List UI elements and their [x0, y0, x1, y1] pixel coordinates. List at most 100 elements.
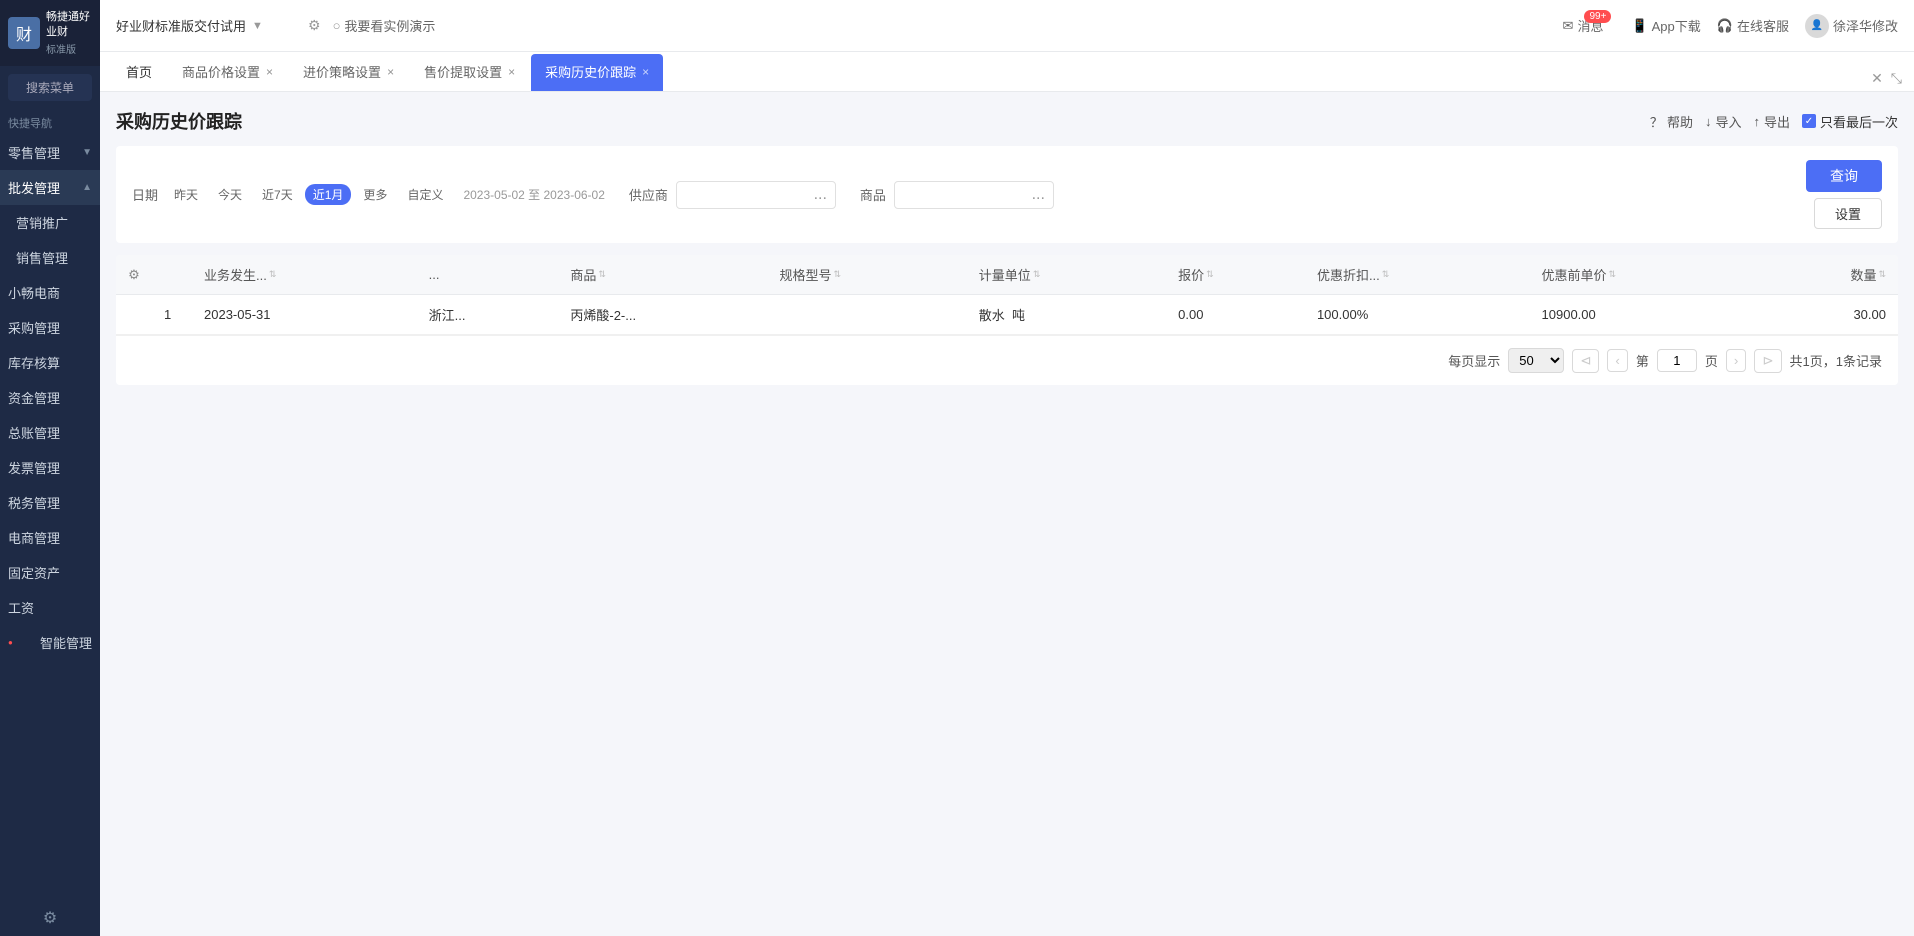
sidebar-item-ecommerce-small[interactable]: 小畅电商 — [0, 275, 100, 310]
logo-text: 畅捷通好业财 标准版 — [46, 10, 92, 56]
sort-icon-biz-date: ⇅ — [269, 269, 277, 280]
page-content: 采购历史价跟踪 ？ 帮助 ↓ 导入 ↑ 导出 — [100, 92, 1914, 936]
export-button[interactable]: ↑ 导出 — [1753, 112, 1790, 131]
sort-icon-product: ⇅ — [598, 269, 606, 280]
app-download-button[interactable]: 📱 App下载 — [1631, 16, 1700, 35]
sidebar-item-marketing[interactable]: 营销推广 — [0, 205, 100, 240]
sidebar-item-inventory[interactable]: 库存核算 — [0, 345, 100, 380]
only-last-checkbox[interactable]: ✓ 只看最后一次 — [1802, 112, 1898, 131]
tab-purchase-history-close-icon[interactable]: × — [642, 65, 649, 79]
tab-sell-price[interactable]: 售价提取设置 × — [410, 54, 529, 91]
gear-icon[interactable]: ⚙ — [128, 267, 140, 282]
sidebar-item-purchase[interactable]: 采购管理 — [0, 310, 100, 345]
sidebar-item-smart[interactable]: 智能管理 — [0, 625, 100, 660]
tab-purchase-history-label: 采购历史价跟踪 — [545, 62, 636, 81]
export-label: 导出 — [1764, 112, 1790, 131]
prev-page-button[interactable]: ‹ — [1607, 349, 1627, 372]
data-table: ⚙ 业务发生... ⇅ ... — [116, 255, 1898, 335]
date-btn-custom[interactable]: 自定义 — [399, 184, 451, 205]
sidebar-item-ecommerce[interactable]: 电商管理 — [0, 520, 100, 555]
tab-home[interactable]: 首页 — [112, 54, 166, 91]
sidebar-item-salary[interactable]: 工资 — [0, 590, 100, 625]
tab-strategy-close-icon[interactable]: × — [387, 65, 394, 79]
sidebar-item-retail[interactable]: 零售管理 ▼ — [0, 135, 100, 170]
demo-button[interactable]: ○ 我要看实例演示 — [333, 16, 436, 35]
next-page-button[interactable]: › — [1726, 349, 1746, 372]
tab-price-close-icon[interactable]: × — [266, 65, 273, 79]
column-header-biz-date[interactable]: 业务发生... ⇅ — [192, 255, 417, 295]
first-page-button[interactable]: ⊲ — [1572, 349, 1599, 373]
message-button[interactable]: ✉ 消息 99+ — [1563, 16, 1604, 35]
import-icon: ↓ — [1705, 114, 1712, 129]
supplier-input[interactable]: ... — [676, 181, 836, 209]
product-dots[interactable]: ... — [1032, 186, 1045, 204]
topbar: 好业财标准版交付试用 ▼ ⚙ ○ 我要看实例演示 ✉ 消息 99+ 📱 App下… — [100, 0, 1914, 52]
expand-icon[interactable]: ⤡ — [1891, 70, 1902, 87]
product-settings-icon[interactable]: ⚙ — [308, 17, 321, 34]
column-header-spec[interactable]: 规格型号 ⇅ — [767, 255, 966, 295]
sort-icon-spec: ⇅ — [833, 269, 841, 280]
product-chevron-icon: ▼ — [252, 20, 263, 32]
pagination: 每页显示 50 20 100 ⊲ ‹ 第 页 › ⊳ 共1页，1条记录 — [116, 335, 1898, 385]
page-number-input[interactable] — [1657, 349, 1697, 372]
query-button[interactable]: 查询 — [1806, 160, 1882, 192]
import-button[interactable]: ↓ 导入 — [1705, 112, 1742, 131]
column-header-unit[interactable]: 计量单位 ⇅ — [967, 255, 1166, 295]
column-header-more[interactable]: ... — [417, 255, 559, 295]
product-input[interactable]: ... — [894, 181, 1054, 209]
tab-strategy[interactable]: 进价策略设置 × — [289, 54, 408, 91]
filter-row: 日期 昨天 今天 近7天 近1月 更多 自定义 2023-05-02 至 202… — [132, 160, 1882, 229]
sidebar-item-tax[interactable]: 税务管理 — [0, 485, 100, 520]
column-header-discount[interactable]: 优惠折扣... ⇅ — [1305, 255, 1530, 295]
supplier-filter-label: 供应商 — [629, 185, 668, 204]
column-header-product[interactable]: 商品 ⇅ — [558, 255, 767, 295]
tabbar: 首页 商品价格设置 × 进价策略设置 × 售价提取设置 × 采购历史价跟踪 × … — [100, 52, 1914, 92]
sidebar-item-ledger[interactable]: 总账管理 — [0, 415, 100, 450]
cell-before-price: 10900.00 — [1530, 295, 1760, 335]
search-menu-button[interactable]: 搜索菜单 — [8, 74, 92, 101]
date-btn-today[interactable]: 今天 — [210, 184, 250, 205]
page-unit: 页 — [1705, 351, 1718, 370]
column-header-seq — [152, 255, 192, 295]
app-icon: 📱 — [1631, 18, 1647, 34]
product-name: 好业财标准版交付试用 — [116, 16, 246, 35]
sidebar-item-wholesale[interactable]: 批发管理 ▲ — [0, 170, 100, 205]
online-service-button[interactable]: 🎧 在线客服 — [1717, 16, 1789, 35]
last-page-button[interactable]: ⊳ — [1754, 349, 1781, 373]
sidebar-item-assets[interactable]: 固定资产 — [0, 555, 100, 590]
product-filter-group: 商品 ... — [860, 181, 1054, 209]
import-label: 导入 — [1715, 112, 1741, 131]
supplier-dots[interactable]: ... — [814, 186, 827, 204]
page-size-select[interactable]: 50 20 100 — [1508, 348, 1564, 373]
table-row: 1 2023-05-31 浙江... 丙烯酸-2-... 散水 吨 0.00 1… — [116, 295, 1898, 335]
logo-name: 畅捷通好业财 — [46, 10, 92, 41]
column-header-gear[interactable]: ⚙ — [116, 255, 152, 295]
date-buttons: 昨天 今天 近7天 近1月 更多 自定义 — [166, 184, 451, 205]
column-header-price[interactable]: 报价 ⇅ — [1166, 255, 1305, 295]
date-btn-last1month[interactable]: 近1月 — [305, 184, 352, 205]
app-label: App下载 — [1652, 16, 1701, 35]
help-button[interactable]: ？ 帮助 — [1650, 112, 1693, 131]
filter-area: 日期 昨天 今天 近7天 近1月 更多 自定义 2023-05-02 至 202… — [116, 146, 1898, 243]
demo-icon: ○ — [333, 18, 341, 33]
setting-button[interactable]: 设置 — [1814, 198, 1882, 229]
sidebar-item-invoice[interactable]: 发票管理 — [0, 450, 100, 485]
tab-sell-price-close-icon[interactable]: × — [508, 65, 515, 79]
sidebar-item-sales[interactable]: 销售管理 — [0, 240, 100, 275]
sidebar-bottom: ⚙ — [0, 900, 100, 936]
sidebar-search[interactable]: 搜索菜单 — [0, 66, 100, 109]
service-label: 在线客服 — [1737, 16, 1789, 35]
product-selector[interactable]: 好业财标准版交付试用 ▼ — [116, 16, 296, 35]
tab-purchase-history[interactable]: 采购历史价跟踪 × — [531, 54, 663, 91]
settings-icon[interactable]: ⚙ — [43, 908, 57, 928]
tab-price[interactable]: 商品价格设置 × — [168, 54, 287, 91]
date-btn-more[interactable]: 更多 — [355, 184, 395, 205]
user-menu-button[interactable]: 👤 徐泽华修改 — [1805, 14, 1898, 38]
sidebar-item-finance[interactable]: 资金管理 — [0, 380, 100, 415]
page-label: 第 — [1636, 351, 1649, 370]
date-btn-last7[interactable]: 近7天 — [254, 184, 301, 205]
column-header-quantity[interactable]: 数量 ⇅ — [1759, 255, 1898, 295]
close-tab-icon[interactable]: ✕ — [1871, 70, 1883, 87]
date-btn-yesterday[interactable]: 昨天 — [166, 184, 206, 205]
column-header-before-price[interactable]: 优惠前单价 ⇅ — [1530, 255, 1760, 295]
